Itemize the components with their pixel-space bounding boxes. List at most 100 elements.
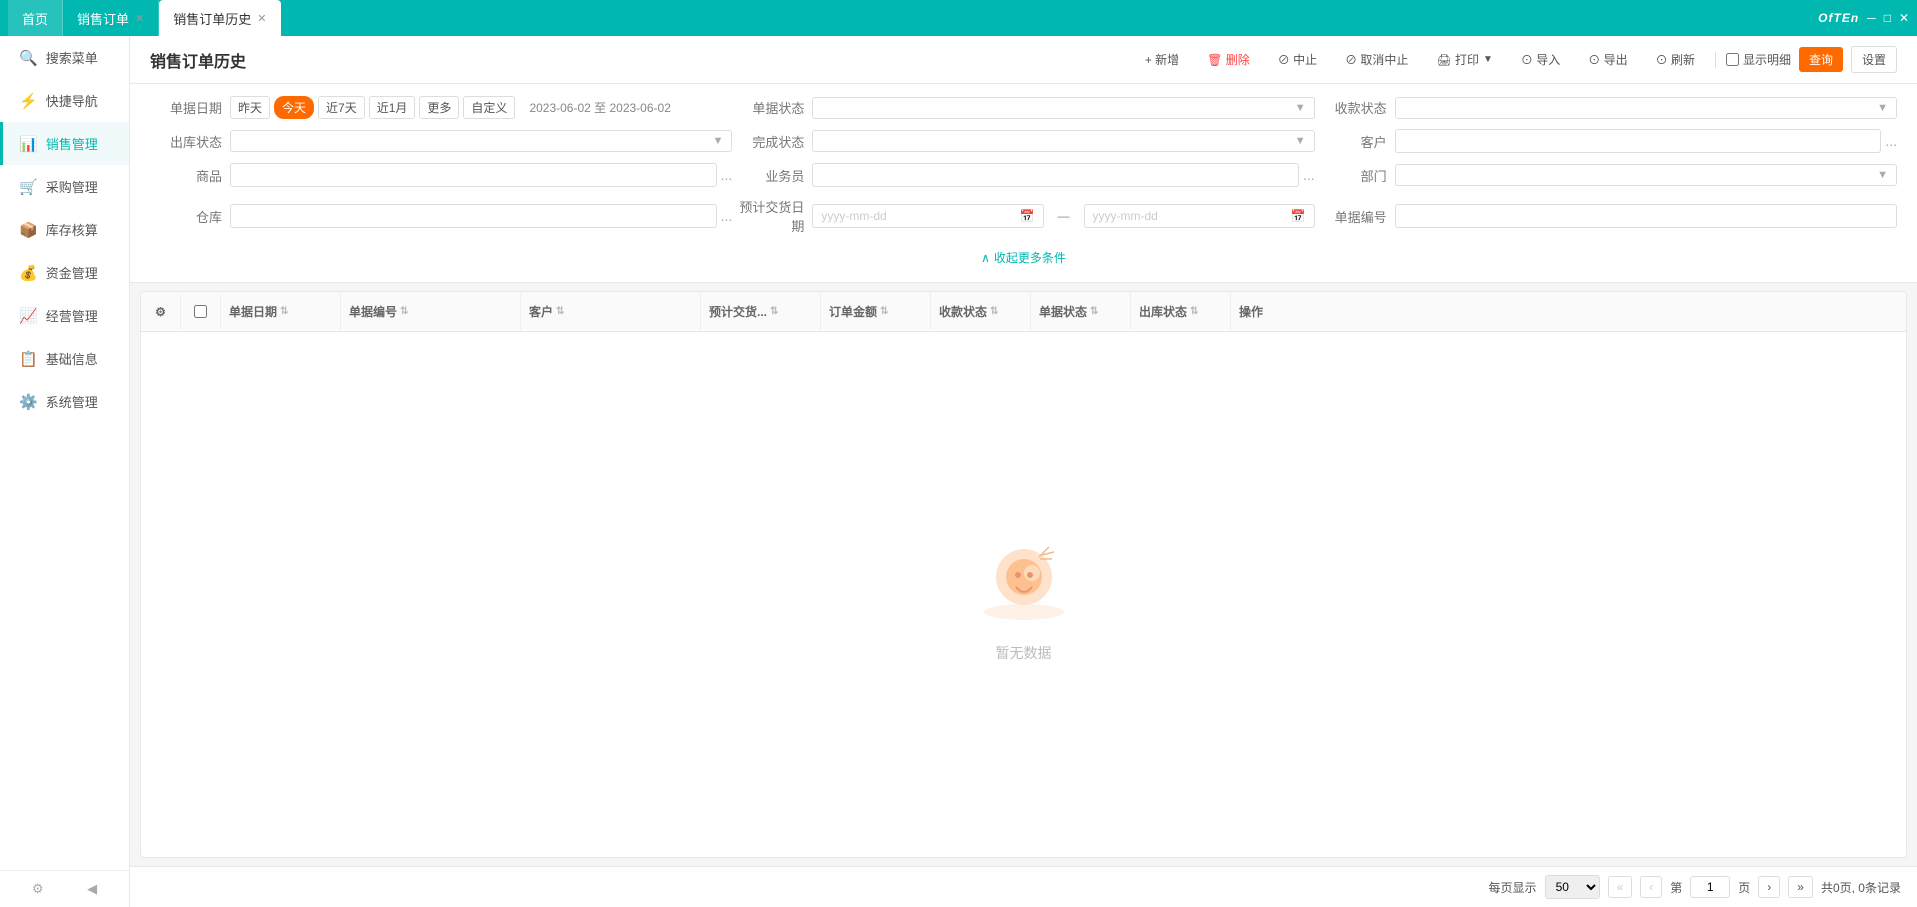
- page-suffix: 页: [1738, 879, 1750, 896]
- sidebar-settings-icon[interactable]: ⚙: [32, 881, 44, 897]
- tab-sales-order-history-close[interactable]: ✕: [257, 12, 266, 25]
- new-button[interactable]: + 新增: [1135, 47, 1189, 72]
- order-status-select[interactable]: ▼: [812, 97, 1314, 119]
- complete-status-arrow-icon: ▼: [1295, 135, 1306, 147]
- date-btn-today[interactable]: 今天: [274, 96, 314, 119]
- complete-status-select[interactable]: ▼: [812, 130, 1314, 152]
- warehouse-input[interactable]: [230, 204, 717, 228]
- payment-status-select[interactable]: ▼: [1395, 97, 1897, 119]
- complete-status-label: 完成状态: [732, 132, 812, 151]
- filter-complete-status-cell: 完成状态 ▼: [732, 130, 1314, 152]
- delivery-date-start-value: yyyy-mm-dd: [821, 209, 886, 223]
- sidebar-item-operations[interactable]: 📈 经营管理: [0, 294, 129, 337]
- query-button[interactable]: 查询: [1799, 47, 1843, 72]
- brand-label: OfTEn: [1818, 11, 1859, 25]
- sidebar-item-quick-nav[interactable]: ⚡ 快捷导航: [0, 79, 129, 122]
- date-btn-yesterday[interactable]: 昨天: [230, 96, 270, 119]
- warehouse-dots[interactable]: ...: [721, 208, 733, 224]
- th-order-status-label: 单据状态: [1039, 303, 1087, 320]
- sidebar-item-purchase-mgmt[interactable]: 🛒 采购管理: [0, 165, 129, 208]
- th-settings[interactable]: ⚙: [141, 295, 181, 329]
- cancel-stop-button[interactable]: ⊘ 取消中止: [1335, 47, 1418, 72]
- stop-button[interactable]: ⊘ 中止: [1268, 47, 1327, 72]
- prev-page-button[interactable]: ‹: [1640, 876, 1662, 898]
- th-delivery-sort-icon: ⇅: [770, 306, 778, 317]
- sidebar-item-inventory[interactable]: 📦 库存核算: [0, 208, 129, 251]
- import-button[interactable]: ⊙ 导入: [1511, 47, 1570, 72]
- th-customer[interactable]: 客户 ⇅: [521, 293, 701, 330]
- salesperson-input[interactable]: [812, 163, 1299, 187]
- th-amount[interactable]: 订单金额 ⇅: [821, 293, 931, 330]
- collapse-icon: ∧: [981, 251, 990, 265]
- tab-sales-order[interactable]: 销售订单 ✕: [63, 0, 159, 36]
- delivery-date-end-input[interactable]: yyyy-mm-dd 📅: [1084, 204, 1315, 228]
- close-button[interactable]: ✕: [1899, 11, 1909, 25]
- collapse-button[interactable]: ∧ 收起更多条件: [150, 245, 1897, 270]
- display-detail-input[interactable]: [1726, 53, 1739, 66]
- salesperson-dots[interactable]: ...: [1303, 167, 1315, 183]
- th-order-status[interactable]: 单据状态 ⇅: [1031, 293, 1131, 330]
- sidebar-item-purchase-mgmt-label: 采购管理: [46, 177, 98, 196]
- print-button[interactable]: 🖨 打印 ▼: [1426, 47, 1502, 72]
- tab-sales-order-history[interactable]: 销售订单历史 ✕: [159, 0, 281, 36]
- empty-illustration: [964, 527, 1084, 627]
- out-status-select[interactable]: ▼: [230, 130, 732, 152]
- filter-customer-cell: 客户 ...: [1315, 129, 1897, 153]
- th-customer-sort-icon: ⇅: [556, 306, 564, 317]
- export-label: ⊙ 导出: [1588, 51, 1627, 68]
- sidebar-item-system[interactable]: ⚙️ 系统管理: [0, 380, 129, 423]
- export-button[interactable]: ⊙ 导出: [1578, 47, 1637, 72]
- next-page-button[interactable]: ›: [1758, 876, 1780, 898]
- th-out-status[interactable]: 出库状态 ⇅: [1131, 293, 1231, 330]
- delivery-date-start-input[interactable]: yyyy-mm-dd 📅: [812, 204, 1043, 228]
- page-label: 第: [1670, 879, 1682, 896]
- th-date-label: 单据日期: [229, 303, 277, 320]
- order-no-input[interactable]: [1395, 204, 1897, 228]
- th-out-status-sort-icon: ⇅: [1190, 306, 1198, 317]
- customer-dots[interactable]: ...: [1885, 133, 1897, 149]
- date-btn-1month[interactable]: 近1月: [369, 96, 416, 119]
- tab-sales-order-close[interactable]: ✕: [135, 12, 144, 25]
- select-all-checkbox[interactable]: [194, 305, 207, 318]
- max-button[interactable]: □: [1884, 11, 1891, 25]
- sidebar-collapse-icon[interactable]: ◀: [87, 881, 97, 897]
- sidebar-item-search-menu[interactable]: 🔍 搜索菜单: [0, 36, 129, 79]
- display-detail-checkbox[interactable]: 显示明细: [1726, 51, 1791, 68]
- sidebar-item-finance[interactable]: 💰 资金管理: [0, 251, 129, 294]
- delete-button[interactable]: 🗑 删除: [1197, 47, 1260, 72]
- refresh-button[interactable]: ⊙ 刷新: [1646, 47, 1705, 72]
- current-page-input[interactable]: [1690, 876, 1730, 898]
- stop-label: ⊘ 中止: [1278, 51, 1317, 68]
- date-btn-7days[interactable]: 近7天: [318, 96, 365, 119]
- th-pay-status[interactable]: 收款状态 ⇅: [931, 293, 1031, 330]
- last-page-button[interactable]: »: [1788, 876, 1813, 898]
- th-number[interactable]: 单据编号 ⇅: [341, 293, 521, 330]
- date-btn-custom[interactable]: 自定义: [463, 96, 515, 119]
- customer-input[interactable]: [1395, 129, 1882, 153]
- toolbar-separator: [1715, 52, 1716, 68]
- date-btn-more[interactable]: 更多: [419, 96, 459, 119]
- goods-label: 商品: [150, 166, 230, 185]
- th-date[interactable]: 单据日期 ⇅: [221, 293, 341, 330]
- per-page-select[interactable]: 50 10 20 100: [1545, 875, 1600, 899]
- goods-input[interactable]: [230, 163, 717, 187]
- sidebar-item-base-info[interactable]: 📋 基础信息: [0, 337, 129, 380]
- first-page-button[interactable]: «: [1608, 876, 1633, 898]
- goods-dots[interactable]: ...: [721, 167, 733, 183]
- th-checkbox[interactable]: [181, 295, 221, 328]
- quick-nav-icon: ⚡: [19, 92, 38, 110]
- th-pay-status-label: 收款状态: [939, 303, 987, 320]
- settings-button[interactable]: 设置: [1851, 46, 1897, 73]
- delivery-date-start-calendar-icon: 📅: [1020, 209, 1035, 223]
- th-delivery-label: 预计交货...: [709, 303, 767, 320]
- th-delivery[interactable]: 预计交货... ⇅: [701, 293, 821, 330]
- department-select[interactable]: ▼: [1395, 164, 1897, 186]
- total-records: 共0页, 0条记录: [1821, 879, 1901, 896]
- tab-home[interactable]: 首页: [8, 0, 63, 36]
- min-button[interactable]: ─: [1867, 11, 1876, 25]
- sidebar-item-sales-mgmt[interactable]: 📊 销售管理: [0, 122, 129, 165]
- date-range-display: 2023-06-02 至 2023-06-02: [529, 99, 670, 116]
- th-amount-label: 订单金额: [829, 303, 877, 320]
- sidebar-item-inventory-label: 库存核算: [46, 220, 98, 239]
- finance-icon: 💰: [19, 264, 38, 282]
